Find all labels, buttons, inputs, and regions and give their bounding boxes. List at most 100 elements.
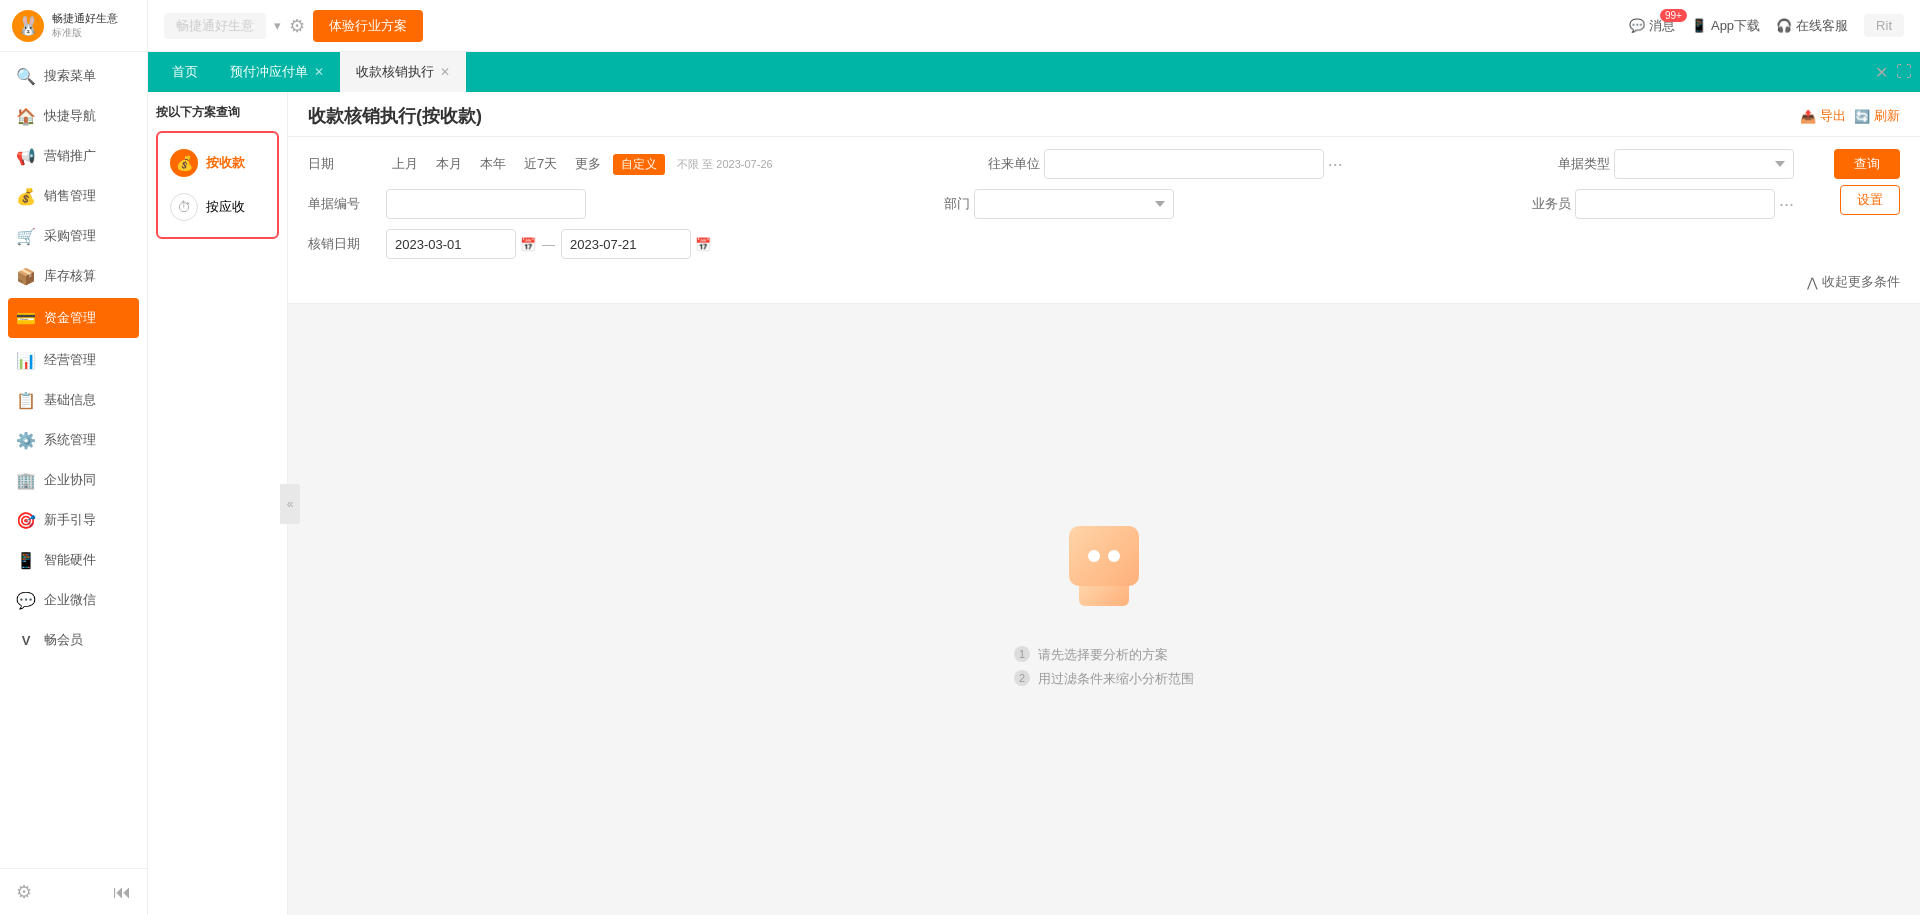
tab-close-btn[interactable]: ✕ [1875,63,1888,82]
date-label: 日期 [308,155,378,173]
by-receipt-icon: 💰 [170,149,198,177]
sidebar-item-marketing[interactable]: 📢 营销推广 [0,136,147,176]
sidebar-item-member[interactable]: V 畅会员 [0,620,147,660]
query-option-by-receivable[interactable]: ⏱ 按应收 [166,185,269,229]
filter-top: 日期 上月 本月 本年 近7天 更多 自定义 不限 至 2023-07-26 [308,149,1900,269]
header-dropdown-icon[interactable]: ▾ [274,18,281,33]
verify-date-label: 核销日期 [308,235,378,253]
marketing-icon: 📢 [16,146,36,166]
robot-eye-left [1088,550,1100,562]
left-panel-collapse-btn[interactable]: « [280,484,300,524]
tab-home[interactable]: 首页 [156,52,214,92]
department-select[interactable] [974,189,1174,219]
sidebar-collapse-icon[interactable]: ⏮ [113,882,131,903]
department-label: 部门 [944,195,970,213]
salesperson-ellipsis-icon[interactable]: ··· [1779,194,1794,215]
robot-body [1069,526,1139,586]
inventory-icon: 📦 [16,266,36,286]
export-btn[interactable]: 📤 导出 [1800,107,1846,125]
sidebar-item-quick-nav[interactable]: 🏠 快捷导航 [0,96,147,136]
header-solution-btn[interactable]: 体验行业方案 [313,10,423,42]
empty-tips: 1 请先选择要分析的方案 2 用过滤条件来缩小分析范围 [1014,646,1194,688]
tip1-num: 1 [1014,646,1030,662]
sidebar-item-capital[interactable]: 💳 资金管理 [8,298,139,338]
sidebar-item-enterprise[interactable]: 🏢 企业协同 [0,460,147,500]
tab-receipt-verify-close-icon[interactable]: ✕ [440,65,450,79]
sidebar-item-label: 搜索菜单 [44,67,96,85]
sidebar-item-system[interactable]: ⚙️ 系统管理 [0,420,147,460]
date-this-month-btn[interactable]: 本月 [430,153,468,175]
header-service-btn[interactable]: 🎧 在线客服 [1776,17,1848,35]
verify-date-start-input[interactable] [386,229,516,259]
logo-text: 畅捷通好生意 [52,11,118,26]
sidebar-item-search-menu[interactable]: 🔍 搜索菜单 [0,56,147,96]
refresh-label: 刷新 [1874,107,1900,125]
header-app-btn[interactable]: 📱 App下载 [1691,17,1760,35]
doc-type-select[interactable] [1614,149,1794,179]
export-icon: 📤 [1800,109,1816,124]
content-body: 1 请先选择要分析的方案 2 用过滤条件来缩小分析范围 [288,304,1920,915]
settings-icon[interactable]: ⚙ [16,881,32,903]
tip2-num: 2 [1014,670,1030,686]
sidebar-item-wechat[interactable]: 💬 企业微信 [0,580,147,620]
verify-date-start-cal-icon[interactable]: 📅 [520,237,536,252]
sidebar-item-label: 企业协同 [44,471,96,489]
sidebar-item-inventory[interactable]: 📦 库存核算 [0,256,147,296]
collapse-conditions-btn[interactable]: ⋀ 收起更多条件 [1807,273,1900,291]
sidebar-item-hardware[interactable]: 📱 智能硬件 [0,540,147,580]
date-last-7days-btn[interactable]: 近7天 [518,153,563,175]
verify-date-end-input[interactable] [561,229,691,259]
header-gear-icon[interactable]: ⚙ [289,15,305,37]
date-last-month-btn[interactable]: 上月 [386,153,424,175]
setting-btn[interactable]: 设置 [1840,185,1900,215]
main-area: 畅捷通好生意 ▾ ⚙ 体验行业方案 💬 消息 99+ 📱 App下载 🎧 在线客… [148,0,1920,915]
date-custom-btn[interactable]: 自定义 [613,154,665,175]
header-brand: 畅捷通好生意 [164,13,266,39]
purchase-icon: 🛒 [16,226,36,246]
header-left: 畅捷通好生意 ▾ ⚙ 体验行业方案 [164,10,423,42]
tab-receipt-verify[interactable]: 收款核销执行 ✕ [340,52,466,92]
sidebar-item-sales[interactable]: 💰 销售管理 [0,176,147,216]
filter-area: 日期 上月 本月 本年 近7天 更多 自定义 不限 至 2023-07-26 [288,137,1920,304]
sidebar-item-beginner[interactable]: 🎯 新手引导 [0,500,147,540]
sidebar: 🐰 畅捷通好生意 标准版 🔍 搜索菜单 🏠 快捷导航 📢 营销推广 💰 销售管理… [0,0,148,915]
collapse-conditions-label: 收起更多条件 [1822,273,1900,291]
date-more-btn[interactable]: 更多 [569,153,607,175]
sidebar-item-basic-info[interactable]: 📋 基础信息 [0,380,147,420]
verify-date-end-cal-icon[interactable]: 📅 [695,237,711,252]
system-icon: ⚙️ [16,430,36,450]
date-range-dash: — [542,237,555,252]
filter-rows: 日期 上月 本月 本年 近7天 更多 自定义 不限 至 2023-07-26 [308,149,1794,269]
beginner-icon: 🎯 [16,510,36,530]
tab-prepay[interactable]: 预付冲应付单 ✕ [214,52,340,92]
logo-icon: 🐰 [12,10,44,42]
tab-receipt-verify-label: 收款核销执行 [356,63,434,81]
wechat-icon: 💬 [16,590,36,610]
right-panel: 收款核销执行(按收款) 📤 导出 🔄 刷新 [288,92,1920,915]
tip2-text: 用过滤条件来缩小分析范围 [1038,670,1194,688]
filter-actions: 查询 设置 [1834,149,1900,269]
content-area: 按以下方案查询 💰 按收款 ⏱ 按应收 « 收款核销执行(按收款) [148,92,1920,915]
doc-type-label: 单据类型 [1558,155,1610,173]
query-option-by-receipt[interactable]: 💰 按收款 [166,141,269,185]
robot-base [1079,586,1129,606]
filter-row-1: 日期 上月 本月 本年 近7天 更多 自定义 不限 至 2023-07-26 [308,149,1794,179]
tab-maximize-btn[interactable]: ⛶ [1896,63,1912,82]
salesperson-input[interactable] [1575,189,1775,219]
refresh-btn[interactable]: 🔄 刷新 [1854,107,1900,125]
refresh-icon: 🔄 [1854,109,1870,124]
doc-no-input[interactable] [386,189,586,219]
counter-party-ellipsis-icon[interactable]: ··· [1328,154,1343,175]
sidebar-footer: ⚙ ⏮ [0,868,147,915]
sidebar-item-operation[interactable]: 📊 经营管理 [0,340,147,380]
header-msg-btn[interactable]: 💬 消息 99+ [1629,17,1675,35]
sidebar-item-purchase[interactable]: 🛒 采购管理 [0,216,147,256]
by-receivable-label: 按应收 [206,198,245,216]
tab-prepay-close-icon[interactable]: ✕ [314,65,324,79]
date-this-year-btn[interactable]: 本年 [474,153,512,175]
sidebar-menu: 🔍 搜索菜单 🏠 快捷导航 📢 营销推广 💰 销售管理 🛒 采购管理 📦 库存核… [0,52,147,868]
counter-party-input[interactable] [1044,149,1324,179]
header-user[interactable]: Rit [1864,14,1904,37]
query-btn[interactable]: 查询 [1834,149,1900,179]
hardware-icon: 📱 [16,550,36,570]
